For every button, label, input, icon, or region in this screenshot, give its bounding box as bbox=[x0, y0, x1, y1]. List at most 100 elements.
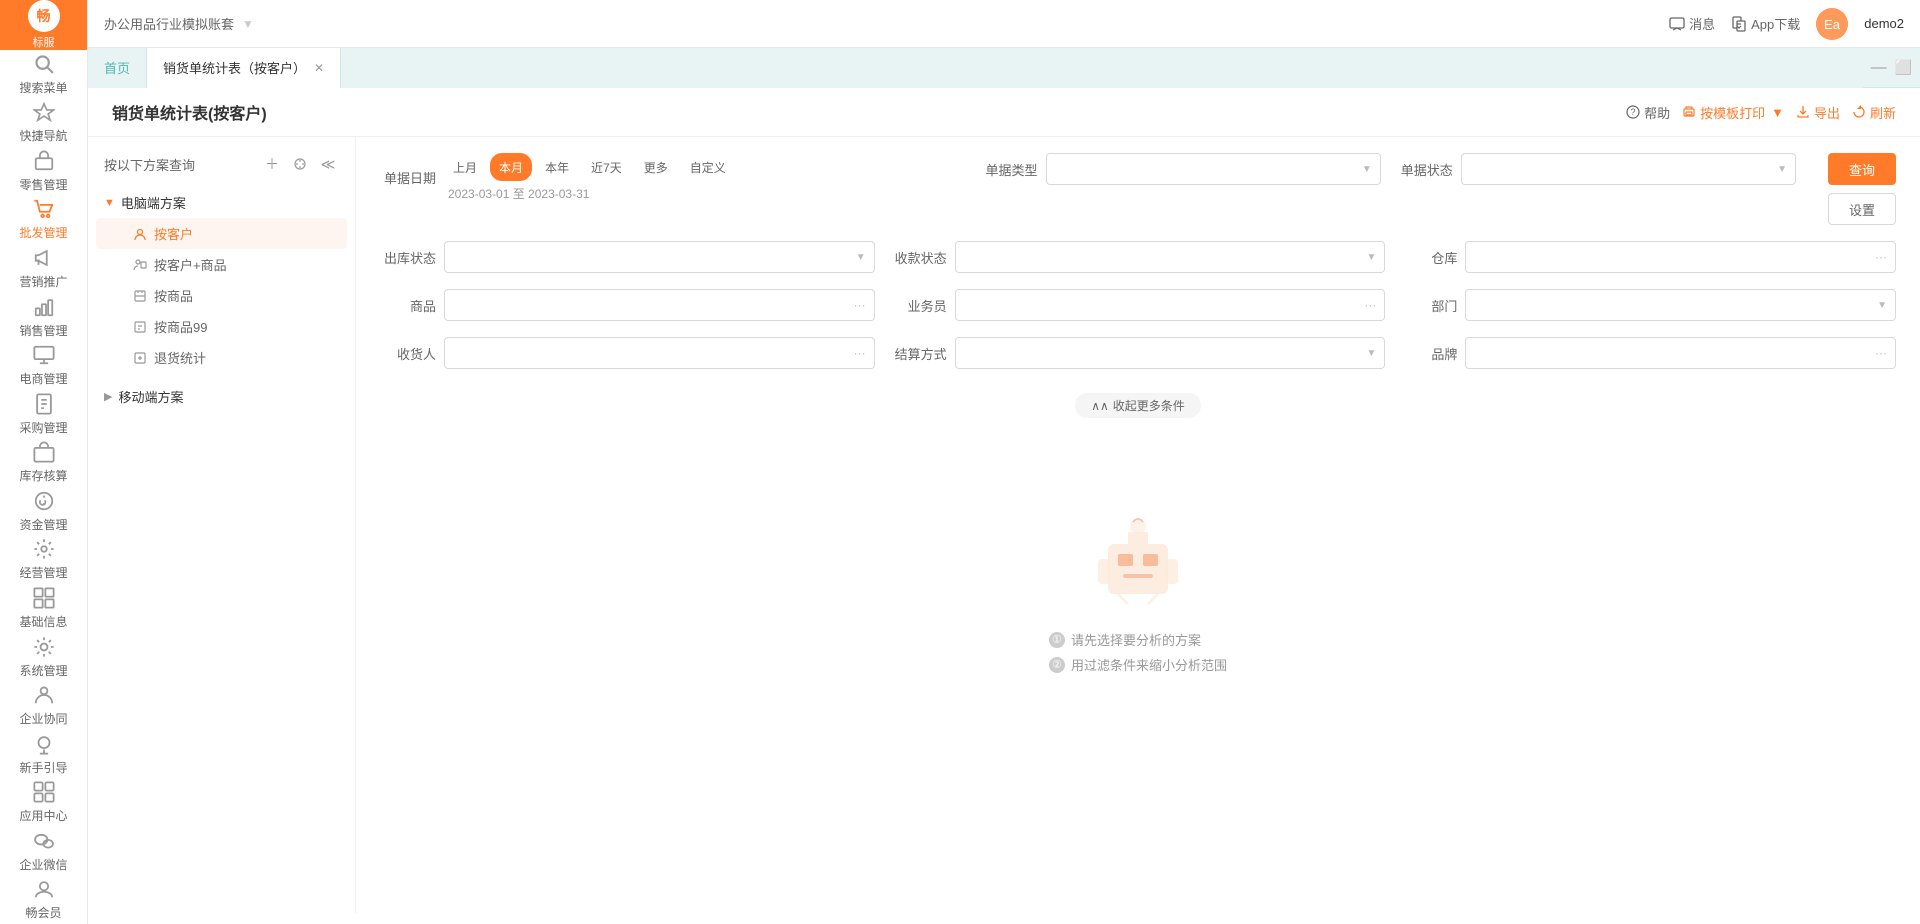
header-right: 消息 App下载 demo2 bbox=[1669, 8, 1904, 40]
wechat-icon bbox=[33, 830, 55, 852]
sidebar-item-quicknav[interactable]: 快捷导航 bbox=[0, 99, 88, 148]
outstock-arrow-icon: ▼ bbox=[856, 252, 866, 263]
svg-text:?: ? bbox=[1631, 107, 1636, 117]
help-btn[interactable]: ? 帮助 bbox=[1626, 103, 1670, 122]
template-print-btn[interactable]: 按模板打印 ▼ bbox=[1682, 103, 1784, 122]
department-input[interactable]: ▼ bbox=[1465, 289, 1896, 321]
salesperson-label: 业务员 bbox=[891, 296, 947, 315]
goods-label: 商品 bbox=[380, 296, 436, 315]
sidebar-item-marketing[interactable]: 营销推广 bbox=[0, 244, 88, 293]
mobile-scheme-group-header[interactable]: ▶ 移动端方案 bbox=[96, 381, 347, 412]
goods-input[interactable]: ··· bbox=[444, 289, 875, 321]
tab-sales-stat[interactable]: 销货单统计表（按客户） ✕ bbox=[147, 48, 341, 88]
user-scheme-icon bbox=[132, 226, 148, 242]
salesperson-input[interactable]: ··· bbox=[955, 289, 1386, 321]
sidebar-item-inventory[interactable]: 库存核算 bbox=[0, 439, 88, 488]
app-download-btn[interactable]: App下载 bbox=[1731, 14, 1800, 33]
refresh-scheme-btn[interactable] bbox=[289, 153, 311, 175]
receiver-input[interactable]: ··· bbox=[444, 337, 875, 369]
receiver-label: 收货人 bbox=[380, 344, 436, 363]
sidebar-item-wholesale[interactable]: 批发管理 bbox=[0, 196, 88, 245]
action-buttons: 查询 设置 bbox=[1828, 153, 1896, 225]
brand-filter: 品牌 ··· bbox=[1401, 337, 1896, 369]
logo-area[interactable]: 畅 标服 bbox=[0, 0, 88, 50]
date-btn-more[interactable]: 更多 bbox=[635, 153, 677, 181]
outstock-input[interactable]: ▼ bbox=[444, 241, 875, 273]
sidebar-item-ecommerce[interactable]: 电商管理 bbox=[0, 341, 88, 390]
breadcrumb-arrow: ▼ bbox=[242, 17, 254, 31]
computer-icon bbox=[33, 344, 55, 366]
scheme-item-by-goods99[interactable]: 按商品99 bbox=[96, 311, 347, 342]
tab-home[interactable]: 首页 bbox=[88, 48, 147, 88]
shop-icon bbox=[33, 150, 55, 172]
date-btn-this-year[interactable]: 本年 bbox=[536, 153, 578, 181]
member-icon bbox=[33, 878, 55, 900]
collapse-left-btn[interactable]: ≪ bbox=[317, 153, 339, 175]
window-max-btn[interactable]: ⬜ bbox=[1895, 59, 1912, 76]
settings-btn[interactable]: 设置 bbox=[1828, 193, 1896, 225]
collapse-more-btn[interactable]: ∧∧ 收起更多条件 bbox=[1075, 393, 1201, 418]
tab-close-btn[interactable]: ✕ bbox=[314, 61, 324, 75]
download-icon bbox=[1731, 16, 1747, 32]
logo-text: 标服 bbox=[33, 34, 55, 50]
export-icon bbox=[1796, 105, 1810, 119]
date-label: 单据日期 bbox=[380, 168, 436, 187]
sidebar-item-retail[interactable]: 零售管理 bbox=[0, 147, 88, 196]
date-range: 2023-03-01 至 2023-03-31 bbox=[448, 185, 966, 202]
filter-row-2: 出库状态 ▼ 收款状态 ▼ 仓库 bbox=[380, 241, 1896, 273]
doc-type-input[interactable]: ▼ bbox=[1046, 153, 1381, 185]
scheme-item-by-customer-goods[interactable]: 按客户+商品 bbox=[96, 249, 347, 280]
department-label: 部门 bbox=[1401, 296, 1457, 315]
sidebar-item-newbie[interactable]: 新手引导 bbox=[0, 730, 88, 779]
window-min-btn[interactable]: — bbox=[1871, 59, 1887, 77]
user-avatar[interactable] bbox=[1816, 8, 1848, 40]
sidebar-item-sales[interactable]: 销售管理 bbox=[0, 293, 88, 342]
main-content: 办公用品行业模拟账套 ▼ 消息 App下载 demo2 首页 销货单统计表（按客… bbox=[88, 0, 1920, 924]
doc-status-input[interactable]: ▼ bbox=[1461, 153, 1796, 185]
goods-more-icon: ··· bbox=[854, 298, 866, 312]
collect-label: 收款状态 bbox=[891, 248, 947, 267]
doc-type-label: 单据类型 bbox=[982, 160, 1038, 179]
sidebar-item-wechat[interactable]: 企业微信 bbox=[0, 827, 88, 876]
user-name[interactable]: demo2 bbox=[1864, 16, 1904, 31]
help-icon: ? bbox=[1626, 105, 1640, 119]
sidebar-item-search[interactable]: 搜索菜单 bbox=[0, 50, 88, 99]
export-btn[interactable]: 导出 bbox=[1796, 103, 1840, 122]
date-btn-last-month[interactable]: 上月 bbox=[444, 153, 486, 181]
sidebar-item-enterprise[interactable]: 企业协同 bbox=[0, 681, 88, 730]
scheme-item-by-customer[interactable]: 按客户 bbox=[96, 218, 347, 249]
user-goods-scheme-icon bbox=[132, 257, 148, 273]
sidebar-item-operation[interactable]: 经营管理 bbox=[0, 536, 88, 585]
date-btn-last-7-days[interactable]: 近7天 bbox=[582, 153, 631, 181]
date-btn-this-month[interactable]: 本月 bbox=[490, 153, 532, 181]
scheme-item-by-goods[interactable]: 按商品 bbox=[96, 280, 347, 311]
desktop-scheme-group-header[interactable]: ▼ 电脑端方案 bbox=[96, 187, 347, 218]
empty-state: ① 请先选择要分析的方案 ② 用过滤条件来缩小分析范围 bbox=[380, 434, 1896, 740]
empty-tip-2: ② 用过滤条件来缩小分析范围 bbox=[1049, 655, 1227, 674]
collapse-bar: ∧∧ 收起更多条件 bbox=[380, 385, 1896, 426]
cart-icon bbox=[33, 198, 55, 220]
brand-input[interactable]: ··· bbox=[1465, 337, 1896, 369]
sidebar-item-basic[interactable]: 基础信息 bbox=[0, 584, 88, 633]
sidebar-item-appcenter[interactable]: 应用中心 bbox=[0, 778, 88, 827]
collect-input[interactable]: ▼ bbox=[955, 241, 1386, 273]
department-filter: 部门 ▼ bbox=[1401, 289, 1896, 321]
sidebar-item-finance[interactable]: 资金管理 bbox=[0, 487, 88, 536]
scheme-item-return-stat[interactable]: 退货统计 bbox=[96, 342, 347, 373]
sidebar-item-purchase[interactable]: 采购管理 bbox=[0, 390, 88, 439]
sidebar-item-member[interactable]: 畅会员 bbox=[0, 876, 88, 924]
date-btn-custom[interactable]: 自定义 bbox=[681, 153, 735, 181]
left-panel-title: 按以下方案查询 bbox=[104, 155, 195, 174]
goods-scheme-icon bbox=[132, 288, 148, 304]
payment-input[interactable]: ▼ bbox=[955, 337, 1386, 369]
sidebar-item-system[interactable]: 系统管理 bbox=[0, 633, 88, 682]
query-btn[interactable]: 查询 bbox=[1828, 153, 1896, 185]
warehouse-input[interactable]: ··· bbox=[1465, 241, 1896, 273]
megaphone-icon bbox=[33, 247, 55, 269]
app-icon bbox=[33, 781, 55, 803]
message-btn[interactable]: 消息 bbox=[1669, 14, 1715, 33]
template-print-arrow: ▼ bbox=[1771, 105, 1784, 120]
refresh-btn[interactable]: 刷新 bbox=[1852, 103, 1896, 122]
page-content: 销货单统计表(按客户) ? 帮助 按模板打印 ▼ 导出 刷新 bbox=[88, 88, 1920, 924]
add-scheme-btn[interactable]: ＋ bbox=[261, 153, 283, 175]
